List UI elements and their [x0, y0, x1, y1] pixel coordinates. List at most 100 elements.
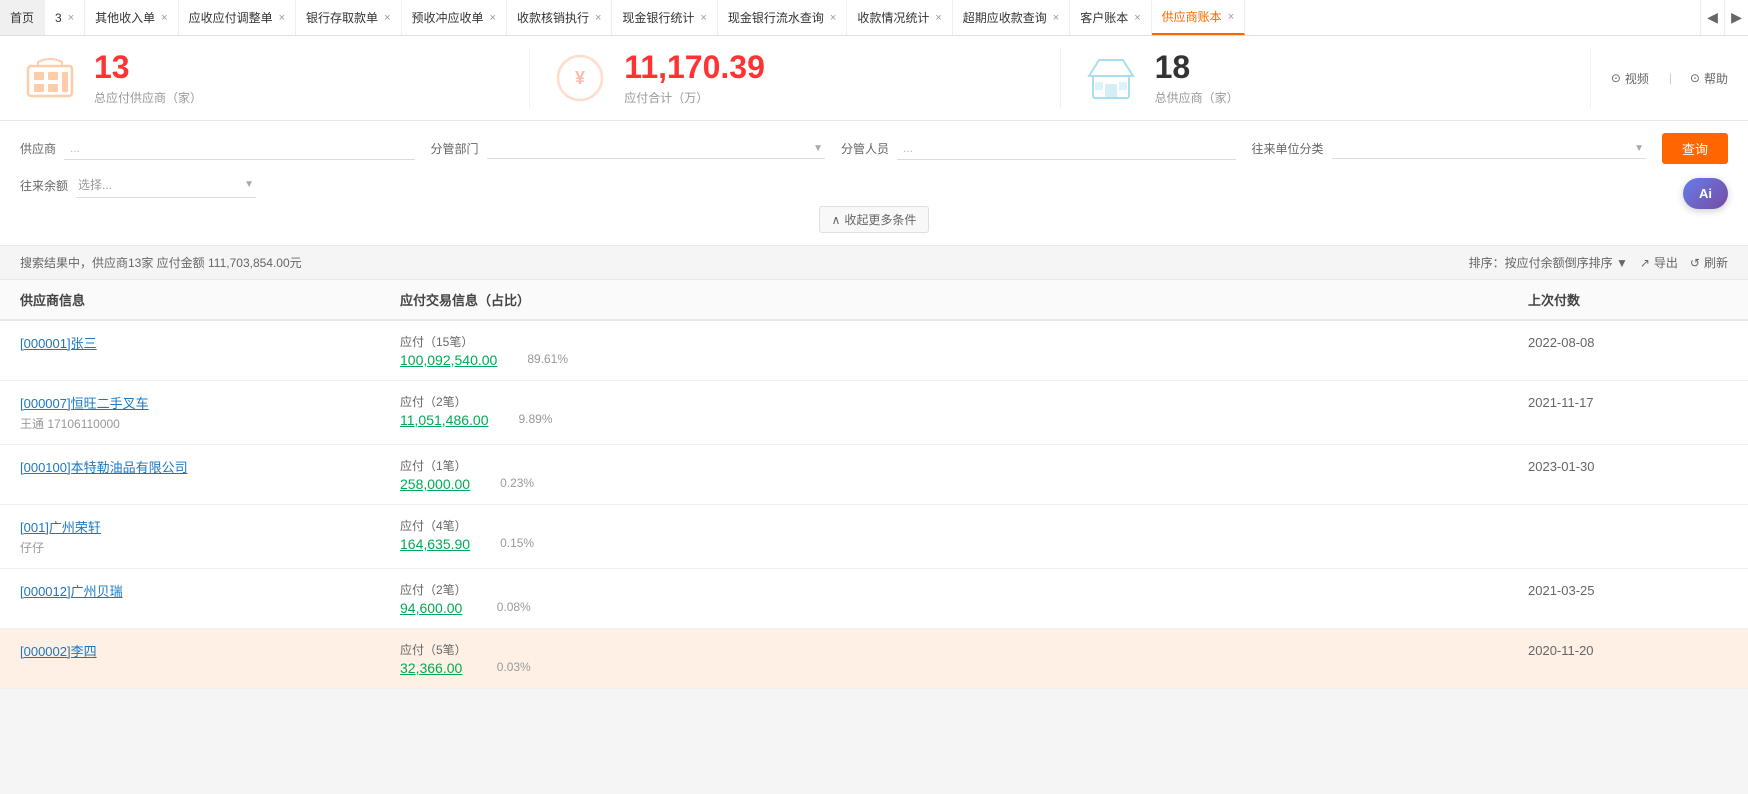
table-body: [000001]张三 应付（15笔） 100,092,540.00 89.61%… [0, 321, 1748, 689]
trans-label: 应付（1笔） [400, 457, 470, 474]
supplier-link[interactable]: [001]广州荣轩 [20, 520, 101, 535]
transaction-cell: 应付（4笔） 164,635.90 0.15% [400, 517, 1528, 552]
close-icon[interactable]: × [595, 12, 601, 24]
store-icon [1081, 48, 1141, 108]
supplier-filter-input[interactable] [64, 137, 414, 160]
nav-label-prepay: 预收冲应收单 [412, 9, 484, 26]
lastpay-cell [1528, 517, 1728, 519]
supplier-cell: [000001]张三 [20, 333, 400, 352]
transaction-info: 应付（1笔） 258,000.00 [400, 457, 470, 492]
supplier-link[interactable]: [000007]恒旺二手叉车 [20, 396, 149, 411]
table-row: [000012]广州贝瑞 应付（2笔） 94,600.00 0.08% 2021… [0, 569, 1748, 629]
category-dropdown[interactable]: ▼ [1332, 139, 1646, 159]
export-button[interactable]: ↗ 导出 [1640, 254, 1678, 271]
dept-dropdown[interactable]: ▼ [487, 139, 825, 159]
table-row: [000002]李四 应付（5笔） 32,366.00 0.03% 2020-1… [0, 629, 1748, 689]
sort-label: 排序：按应付余额倒序排序 ▼ [1469, 254, 1628, 271]
filter-item-dept: 分管部门 ▼ [431, 139, 826, 159]
col-header-lastpay: 上次付数 [1528, 290, 1728, 309]
refresh-button[interactable]: ↺ 刷新 [1690, 254, 1728, 271]
close-icon[interactable]: × [161, 12, 167, 24]
trans-label: 应付（4笔） [400, 517, 470, 534]
nav-item-home[interactable]: 首页 [0, 0, 45, 35]
video-link[interactable]: ⊙ 视频 [1611, 70, 1649, 87]
nav-item-cash-stats[interactable]: 现金银行统计 × [612, 0, 717, 35]
close-icon[interactable]: × [1228, 11, 1234, 23]
trans-amount[interactable]: 32,366.00 [400, 660, 467, 676]
transaction-info: 应付（4笔） 164,635.90 [400, 517, 470, 552]
trans-percent: 0.03% [497, 660, 531, 674]
table-row: [000001]张三 应付（15笔） 100,092,540.00 89.61%… [0, 321, 1748, 381]
supplier-link[interactable]: [000002]李四 [20, 644, 97, 659]
transaction-cell: 应付（5笔） 32,366.00 0.03% [400, 641, 1528, 676]
transaction-cell: 应付（2笔） 11,051,486.00 9.89% [400, 393, 1528, 428]
close-icon[interactable]: × [1053, 12, 1059, 24]
trans-amount[interactable]: 94,600.00 [400, 600, 467, 616]
filter-item-supplier: 供应商 [20, 137, 415, 160]
close-icon[interactable]: × [279, 12, 285, 24]
nav-label-other-income: 其他收入单 [95, 9, 155, 26]
nav-item-overdue[interactable]: 超期应收款查询 × [953, 0, 1070, 35]
chevron-down-icon: ▼ [1616, 256, 1628, 270]
col-header-transaction: 应付交易信息（占比） [400, 290, 1528, 309]
data-table: 供应商信息 应付交易信息（占比） 上次付数 [000001]张三 应付（15笔）… [0, 280, 1748, 689]
balance-dropdown[interactable]: 选择... ▼ [76, 172, 256, 198]
lastpay-cell: 2023-01-30 [1528, 457, 1728, 474]
nav-item-supplier-account[interactable]: 供应商账本 × [1152, 0, 1245, 35]
col-header-supplier: 供应商信息 [20, 290, 400, 309]
nav-label-customer-account: 客户账本 [1080, 9, 1128, 26]
person-filter-input[interactable] [897, 137, 1235, 160]
supplier-link[interactable]: [000012]广州贝瑞 [20, 584, 123, 599]
close-icon[interactable]: × [68, 12, 74, 24]
query-button[interactable]: 查询 [1662, 133, 1728, 164]
table-header: 供应商信息 应付交易信息（占比） 上次付数 [0, 280, 1748, 321]
nav-arrows: ◀ ▶ [1700, 0, 1748, 36]
nav-item-cash-flow[interactable]: 现金银行流水查询 × [718, 0, 847, 35]
nav-label-adjustment: 应收应付调整单 [189, 9, 273, 26]
transaction-info: 应付（2笔） 94,600.00 [400, 581, 467, 616]
stat-number-total: 18 [1155, 50, 1239, 85]
close-icon[interactable]: × [700, 12, 706, 24]
nav-item-bank-deposit[interactable]: 银行存取款单 × [296, 0, 401, 35]
trans-amount[interactable]: 164,635.90 [400, 536, 470, 552]
nav-item-adjustment[interactable]: 应收应付调整单 × [179, 0, 296, 35]
trans-percent: 0.15% [500, 536, 534, 550]
nav-label-collection-stats: 收款情况统计 [857, 9, 929, 26]
divider: | [1669, 71, 1670, 85]
help-link[interactable]: ⊙ 帮助 [1690, 70, 1728, 87]
close-icon[interactable]: × [1134, 12, 1140, 24]
stat-info-suppliers: 13 总应付供应商（家） [94, 50, 202, 106]
trans-label: 应付（2笔） [400, 581, 467, 598]
supplier-link[interactable]: [000100]本特勒油品有限公司 [20, 460, 188, 475]
nav-item-prepay[interactable]: 预收冲应收单 × [402, 0, 507, 35]
transaction-info: 应付（5笔） 32,366.00 [400, 641, 467, 676]
nav-label-cash-flow: 现金银行流水查询 [728, 9, 824, 26]
supplier-cell: [000012]广州贝瑞 [20, 581, 400, 600]
supplier-link[interactable]: [000001]张三 [20, 336, 97, 351]
nav-item-3[interactable]: 3 × [45, 0, 85, 35]
trans-amount[interactable]: 11,051,486.00 [400, 412, 489, 428]
trans-percent: 0.23% [500, 476, 534, 490]
nav-right-arrow[interactable]: ▶ [1724, 0, 1748, 36]
close-icon[interactable]: × [384, 12, 390, 24]
trans-amount[interactable]: 258,000.00 [400, 476, 470, 492]
collapse-button[interactable]: ∧ 收起更多条件 [819, 206, 930, 233]
stat-info-amount: 11,170.39 应付合计（万） [624, 50, 765, 106]
nav-item-other-income[interactable]: 其他收入单 × [85, 0, 178, 35]
close-icon[interactable]: × [830, 12, 836, 24]
nav-item-collection[interactable]: 收款核销执行 × [507, 0, 612, 35]
ai-button[interactable]: Ai [1683, 178, 1728, 209]
lastpay-cell: 2021-03-25 [1528, 581, 1728, 598]
trans-amount[interactable]: 100,092,540.00 [400, 352, 497, 368]
nav-item-collection-stats[interactable]: 收款情况统计 × [847, 0, 952, 35]
nav-item-customer-account[interactable]: 客户账本 × [1070, 0, 1151, 35]
stat-block-total: 18 总供应商（家） [1061, 48, 1591, 108]
supplier-filter-label: 供应商 [20, 140, 56, 157]
close-icon[interactable]: × [935, 12, 941, 24]
stat-block-suppliers: 13 总应付供应商（家） [20, 48, 530, 108]
nav-left-arrow[interactable]: ◀ [1700, 0, 1724, 36]
close-icon[interactable]: × [490, 12, 496, 24]
nav-label-3: 3 [55, 11, 62, 25]
stat-label-suppliers: 总应付供应商（家） [94, 89, 202, 106]
stats-header: 13 总应付供应商（家） ¥ 11,170.39 应付合计（万） [0, 36, 1748, 121]
